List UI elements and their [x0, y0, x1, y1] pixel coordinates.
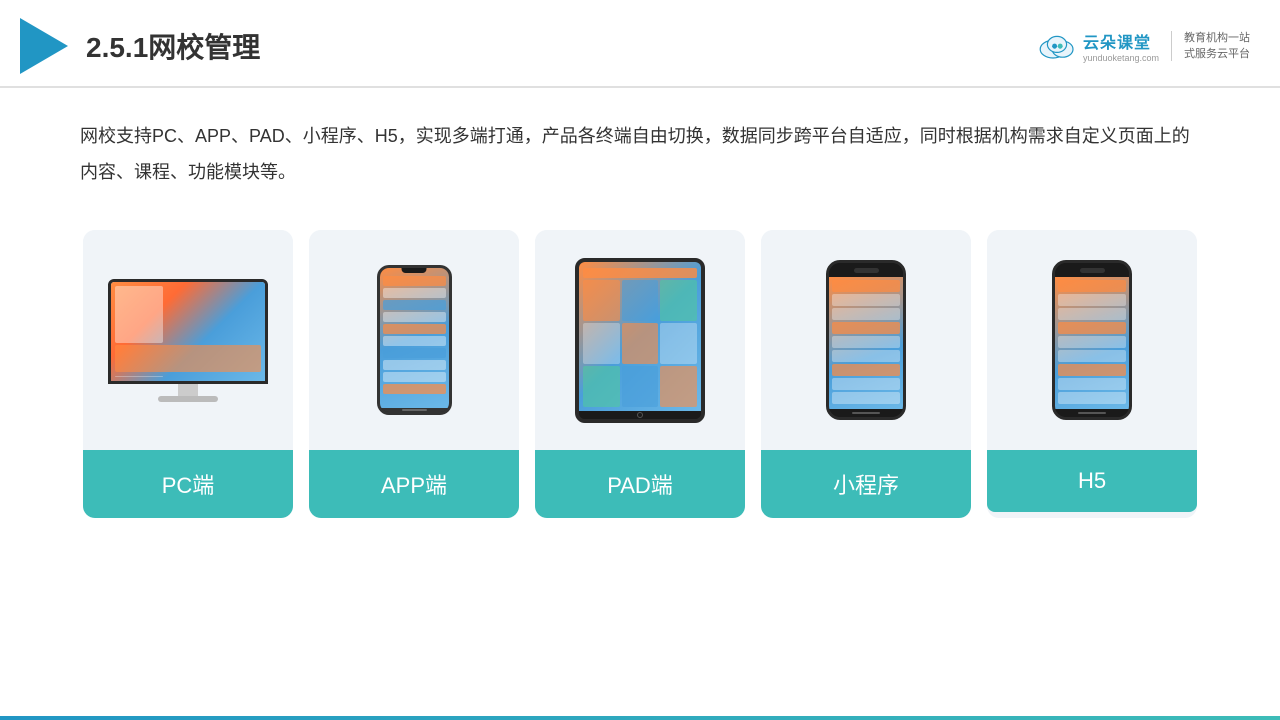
tablet-mockup	[575, 258, 705, 423]
app-phone-mockup	[377, 265, 452, 415]
mini-phone-mockup-2	[1052, 260, 1132, 420]
card-h5-label: H5	[987, 450, 1197, 512]
header: 2.5.1网校管理 云朵课堂 yunduoketang.com 教育机构一站 式…	[0, 0, 1280, 88]
bottom-accent-line	[0, 716, 1280, 720]
pc-screen	[108, 279, 268, 384]
card-h5: H5	[987, 230, 1197, 518]
pc-screen-inner	[111, 282, 265, 381]
logo-url: yunduoketang.com	[1083, 53, 1159, 63]
card-h5-image	[987, 230, 1197, 450]
card-pc-label: PC端	[83, 450, 293, 518]
card-app-label: APP端	[309, 450, 519, 518]
card-pad-label: PAD端	[535, 450, 745, 518]
mini-phone-mockup-1	[826, 260, 906, 420]
slogan: 教育机构一站 式服务云平台	[1184, 30, 1250, 63]
brand-logo: 云朵课堂 yunduoketang.com	[1037, 29, 1159, 63]
card-miniprogram-label: 小程序	[761, 450, 971, 518]
play-icon	[20, 18, 68, 74]
mini-phone-screen-1	[829, 277, 903, 409]
card-app: APP端	[309, 230, 519, 518]
cards-container: PC端	[0, 210, 1280, 548]
description-text: 网校支持PC、APP、PAD、小程序、H5，实现多端打通，产品各终端自由切换，数…	[0, 88, 1280, 210]
divider	[1171, 31, 1172, 61]
pc-mockup	[98, 279, 278, 402]
mini-phone-screen-2	[1055, 277, 1129, 409]
phone-screen	[380, 268, 449, 408]
header-left: 2.5.1网校管理	[20, 18, 260, 74]
tablet-screen	[579, 262, 701, 411]
logo-main: 云朵课堂	[1083, 29, 1151, 53]
logo-text: 云朵课堂 yunduoketang.com	[1083, 29, 1159, 63]
card-pad-image	[535, 230, 745, 450]
card-app-image	[309, 230, 519, 450]
card-miniprogram: 小程序	[761, 230, 971, 518]
card-pc-image	[83, 230, 293, 450]
card-pad: PAD端	[535, 230, 745, 518]
cloud-icon	[1037, 31, 1077, 61]
header-right: 云朵课堂 yunduoketang.com 教育机构一站 式服务云平台	[1037, 29, 1250, 63]
page-title: 2.5.1网校管理	[86, 26, 260, 66]
card-miniprogram-image	[761, 230, 971, 450]
card-pc: PC端	[83, 230, 293, 518]
